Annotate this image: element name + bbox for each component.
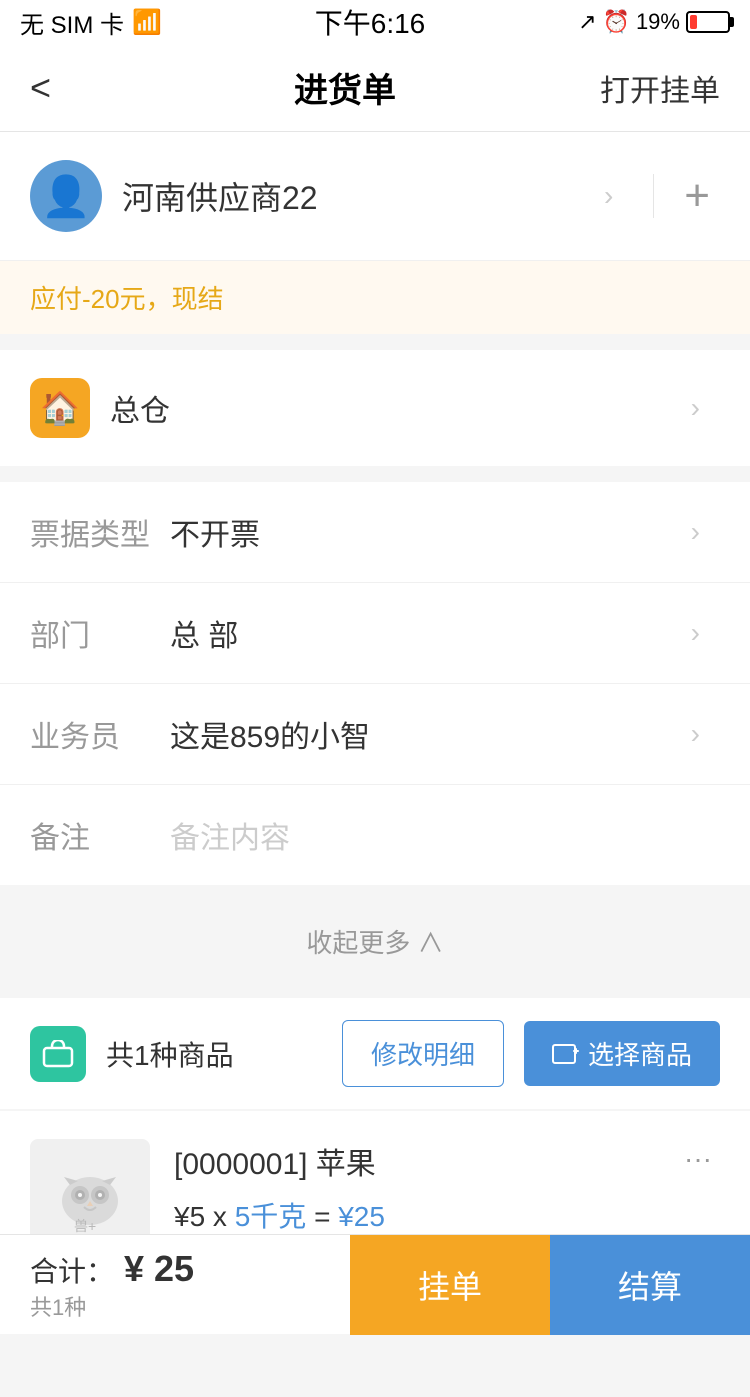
invoice-type-row[interactable]: 票据类型 不开票 ›	[0, 482, 750, 583]
salesman-label: 业务员	[30, 712, 170, 756]
status-left: 无 SIM 卡 📶	[20, 5, 162, 40]
price-total: ¥25	[338, 1201, 385, 1232]
price-eq: =	[314, 1201, 338, 1232]
remark-row[interactable]: 备注 备注内容	[0, 785, 750, 885]
total-amount: ¥ 25	[124, 1248, 194, 1290]
products-header: 共1种商品 修改明细 选择商品	[0, 998, 750, 1109]
invoice-type-label: 票据类型	[30, 510, 170, 554]
bottom-bar: 合计： ¥ 25 共1种 挂单 结算	[0, 1234, 750, 1334]
chevron-right-icon: ›	[691, 617, 700, 649]
warehouse-name: 总仓	[110, 386, 691, 430]
price-unit: ¥5 x	[174, 1201, 235, 1232]
chevron-right-icon: ›	[691, 718, 700, 750]
alarm-icon: ⏰	[603, 9, 630, 35]
warehouse-icon: 🏠	[30, 378, 90, 438]
notice-bar: 应付-20元，现结	[0, 261, 750, 334]
department-label: 部门	[30, 611, 170, 655]
carrier-text: 无 SIM 卡	[20, 5, 124, 40]
product-info: [0000001] 苹果 ¥5 x 5千克 = ¥25	[174, 1139, 652, 1235]
products-count: 共1种商品	[106, 1034, 322, 1074]
products-icon	[30, 1026, 86, 1082]
chevron-right-icon: ›	[691, 516, 700, 548]
page-title: 进货单	[294, 63, 396, 112]
battery-icon	[686, 11, 730, 33]
chevron-right-icon: ›	[691, 392, 700, 424]
edit-detail-button[interactable]: 修改明细	[342, 1020, 504, 1087]
owl-logo-icon: 兽+	[50, 1159, 130, 1239]
salesman-row[interactable]: 业务员 这是859的小智 ›	[0, 684, 750, 785]
remark-input[interactable]: 备注内容	[170, 813, 720, 857]
warehouse-row[interactable]: 🏠 总仓 ›	[0, 350, 750, 466]
open-hang-button[interactable]: 打开挂单	[600, 66, 720, 110]
divider	[653, 174, 654, 218]
collapse-bar[interactable]: 收起更多 ∧	[0, 901, 750, 982]
add-button[interactable]: +	[674, 171, 720, 221]
back-button[interactable]: <	[30, 67, 90, 109]
form-card: 票据类型 不开票 › 部门 总 部 › 业务员 这是859的小智 › 备注 备注…	[0, 482, 750, 885]
warehouse-card: 🏠 总仓 ›	[0, 350, 750, 466]
invoice-type-value: 不开票	[170, 510, 691, 554]
battery-fill	[690, 15, 697, 29]
main-content: 👤 河南供应商22 › + 应付-20元，现结 🏠 总仓 › 票据类型 不开票 …	[0, 132, 750, 1397]
collapse-label: 收起更多 ∧	[306, 928, 443, 958]
section-gap	[0, 982, 750, 998]
supplier-card: 👤 河南供应商22 › + 应付-20元，现结	[0, 132, 750, 334]
hang-button[interactable]: 挂单	[350, 1235, 550, 1335]
settle-button[interactable]: 结算	[550, 1235, 750, 1335]
avatar: 👤	[30, 160, 102, 232]
product-title: 苹果	[316, 1148, 376, 1181]
more-options-button[interactable]: ···	[676, 1139, 720, 1179]
location-icon: ↗	[578, 9, 596, 35]
total-label: 合计： ¥ 25	[30, 1248, 320, 1290]
status-bar: 无 SIM 卡 📶 下午6:16 ↗ ⏰ 19%	[0, 0, 750, 44]
select-product-label: 选择商品	[588, 1035, 692, 1072]
status-right: ↗ ⏰ 19%	[578, 9, 730, 35]
chevron-right-icon: ›	[604, 180, 613, 212]
supplier-name: 河南供应商22	[122, 173, 604, 219]
select-product-button[interactable]: 选择商品	[524, 1021, 720, 1086]
department-value: 总 部	[170, 611, 691, 655]
remark-label: 备注	[30, 813, 170, 857]
price-qty: 5千克	[235, 1201, 307, 1232]
nav-bar: < 进货单 打开挂单	[0, 44, 750, 132]
product-name: [0000001] 苹果	[174, 1139, 652, 1183]
total-section: 合计： ¥ 25 共1种	[0, 1248, 350, 1322]
department-row[interactable]: 部门 总 部 ›	[0, 583, 750, 684]
supplier-row[interactable]: 👤 河南供应商22 › +	[0, 132, 750, 261]
svg-text:兽+: 兽+	[74, 1218, 96, 1234]
wifi-icon: 📶	[132, 8, 162, 37]
time-display: 下午6:16	[315, 2, 426, 42]
total-text: 合计：	[30, 1250, 114, 1290]
battery-percent: 19%	[636, 9, 680, 35]
product-price: ¥5 x 5千克 = ¥25	[174, 1195, 652, 1235]
salesman-value: 这是859的小智	[170, 712, 691, 756]
product-code: [0000001]	[174, 1148, 316, 1181]
total-count: 共1种	[30, 1290, 320, 1322]
